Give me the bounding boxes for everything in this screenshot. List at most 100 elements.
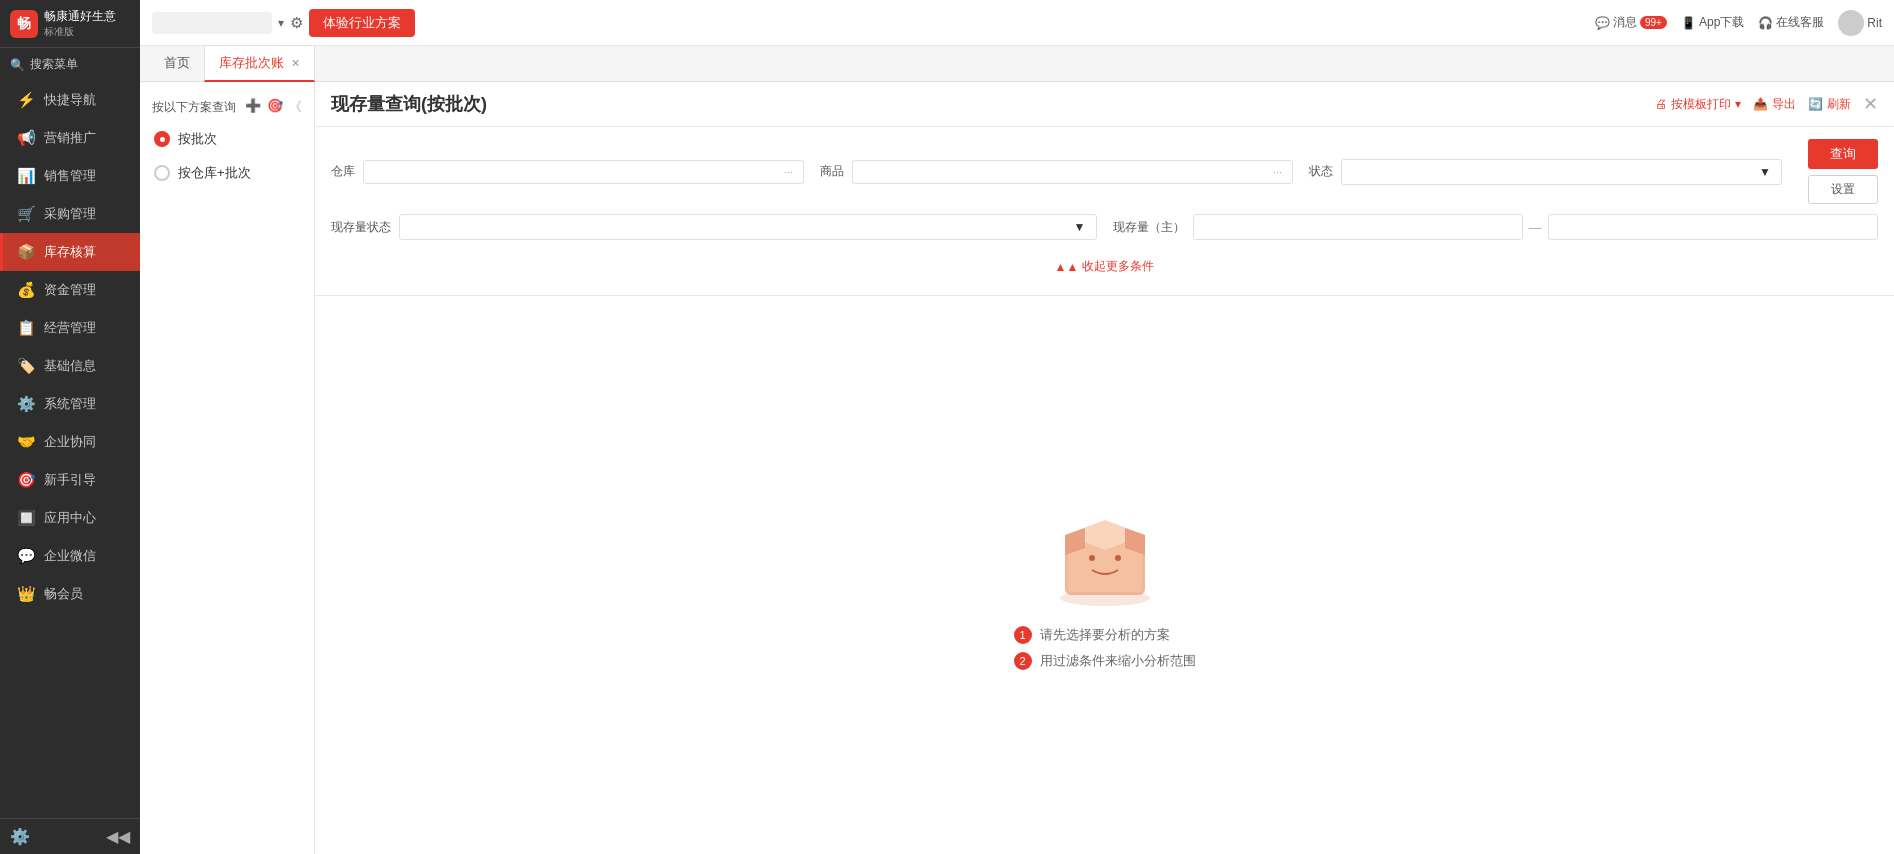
print-icon: 🖨 [1655,97,1667,111]
filter-item-warehouse-batch[interactable]: 按仓库+批次 [140,156,314,190]
sidebar-search[interactable]: 🔍 搜索菜单 [0,48,140,81]
chevron-up-icon: ▲▲ [1055,260,1079,274]
sales-icon: 📊 [17,167,36,185]
stock-status-label: 现存量状态 [331,219,391,236]
sidebar-item-label: 经营管理 [44,319,96,337]
sidebar-item-quicknav[interactable]: ⚡ 快捷导航 [0,81,140,119]
refresh-btn[interactable]: 🔄 刷新 [1808,96,1851,113]
experience-btn[interactable]: 体验行业方案 [309,9,415,37]
sidebar-item-label: 采购管理 [44,205,96,223]
stock-qty-max-input[interactable] [1548,214,1878,240]
search-input[interactable] [152,12,272,34]
sidebar-item-finance[interactable]: 💰 资金管理 [0,271,140,309]
export-btn[interactable]: 📤 导出 [1753,96,1796,113]
filter-item-batch[interactable]: 按批次 [140,122,314,156]
settings-icon[interactable]: ⚙️ [10,827,30,846]
status-label: 状态 [1309,163,1333,180]
sidebar-item-sales[interactable]: 📊 销售管理 [0,157,140,195]
goods-field: 商品 ··· [820,160,1293,184]
sidebar-item-marketing[interactable]: 📢 营销推广 [0,119,140,157]
online-service-label: 在线客服 [1776,14,1824,31]
app-download-item[interactable]: 📱 App下载 [1681,14,1744,31]
filter-row-2: 现存量状态 ▼ 现存量（主） — [331,214,1878,240]
app-center-icon: 🔲 [17,509,36,527]
empty-content: 1 请先选择要分析的方案 2 用过滤条件来缩小分析范围 [1014,480,1196,670]
newbie-icon: 🎯 [17,471,36,489]
dropdown-arrow-icon[interactable]: ▾ [278,16,284,30]
header-actions: 🖨 按模板打印 ▾ 📤 导出 🔄 刷新 ✕ [1655,93,1878,115]
stock-qty-range: — [1193,214,1879,240]
tab-close-icon[interactable]: ✕ [291,57,300,70]
tab-home-label: 首页 [164,54,190,72]
target-icon[interactable]: 🎯 [267,98,283,116]
content-area: 按以下方案查询 ➕ 🎯 《 按批次 按仓库+批次 [140,82,1894,854]
stock-status-field: 现存量状态 ▼ [331,214,1097,240]
print-btn[interactable]: 🖨 按模板打印 ▾ [1655,96,1741,113]
export-icon: 📤 [1753,97,1768,111]
refresh-label: 刷新 [1827,96,1851,113]
sidebar-item-label: 销售管理 [44,167,96,185]
tabbar: 首页 库存批次账 ✕ [140,46,1894,82]
tab-home[interactable]: 首页 [150,46,204,82]
headset-icon: 🎧 [1758,16,1773,30]
goods-input[interactable]: ··· [852,160,1293,184]
app-download-label: App下载 [1699,14,1744,31]
status-field: 状态 ▼ [1309,159,1782,185]
warehouse-input[interactable]: ··· [363,160,804,184]
message-label: 消息 [1613,14,1637,31]
sidebar-item-wechat[interactable]: 💬 企业微信 [0,537,140,575]
stock-status-select[interactable]: ▼ [399,214,1097,240]
setting-button[interactable]: 设置 [1808,175,1878,204]
goods-label: 商品 [820,163,844,180]
sidebar-item-system[interactable]: ⚙️ 系统管理 [0,385,140,423]
sidebar-item-label: 库存核算 [44,243,96,261]
hint-num-2: 2 [1014,652,1032,670]
page-title: 现存量查询(按批次) [331,92,487,116]
sidebar-item-enterprise[interactable]: 🤝 企业协同 [0,423,140,461]
marketing-icon: 📢 [17,129,36,147]
topbar-left: ▾ ⚙ 体验行业方案 [152,9,1587,37]
nav-icon: ⚡ [17,91,36,109]
purchase-icon: 🛒 [17,205,36,223]
sidebar-item-member[interactable]: 👑 畅会员 [0,575,140,613]
online-service-item[interactable]: 🎧 在线客服 [1758,14,1824,31]
empty-illustration [1040,480,1170,610]
search-filters: 仓库 ··· 商品 ··· 状态 [315,127,1894,296]
add-icon[interactable]: ➕ [245,98,261,116]
filter-row-1: 仓库 ··· 商品 ··· 状态 [331,139,1878,204]
tab-inventory-batch[interactable]: 库存批次账 ✕ [204,45,315,82]
empty-hint-1: 1 请先选择要分析的方案 [1014,626,1196,644]
query-button[interactable]: 查询 [1808,139,1878,169]
close-panel-icon[interactable]: ✕ [1863,93,1878,115]
sidebar-item-purchase[interactable]: 🛒 采购管理 [0,195,140,233]
stock-status-dropdown-icon: ▼ [1074,220,1086,234]
stock-qty-label: 现存量（主） [1113,219,1185,236]
collapse-sidebar-icon[interactable]: ◀◀ [106,827,130,846]
status-select[interactable]: ▼ [1341,159,1782,185]
warehouse-field: 仓库 ··· [331,160,804,184]
sidebar-item-operations[interactable]: 📋 经营管理 [0,309,140,347]
stock-qty-dash: — [1529,220,1542,235]
gear-icon[interactable]: ⚙ [290,14,303,32]
phone-icon: 📱 [1681,16,1696,30]
radio-inactive-icon [154,165,170,181]
hint-num-1: 1 [1014,626,1032,644]
sidebar-item-label: 新手引导 [44,471,96,489]
filter-panel: 按以下方案查询 ➕ 🎯 《 按批次 按仓库+批次 [140,82,315,854]
sidebar-item-basic[interactable]: 🏷️ 基础信息 [0,347,140,385]
user-item[interactable]: Rit [1838,10,1882,36]
stock-qty-min-input[interactable] [1193,214,1523,240]
message-icon: 💬 [1595,16,1610,30]
warehouse-more-icon: ··· [784,166,793,178]
collapse-btn[interactable]: ▲▲ 收起更多条件 [331,250,1878,283]
sidebar-item-newbie[interactable]: 🎯 新手引导 [0,461,140,499]
print-dropdown-icon: ▾ [1735,97,1741,111]
topbar-right: 💬 消息 99+ 📱 App下载 🎧 在线客服 Rit [1595,10,1882,36]
message-item[interactable]: 💬 消息 99+ [1595,14,1667,31]
collapse-filter-icon[interactable]: 《 [289,98,302,116]
member-icon: 👑 [17,585,36,603]
sidebar-item-inventory[interactable]: 📦 库存核算 [0,233,140,271]
system-icon: ⚙️ [17,395,36,413]
sidebar-item-app-center[interactable]: 🔲 应用中心 [0,499,140,537]
enterprise-icon: 🤝 [17,433,36,451]
